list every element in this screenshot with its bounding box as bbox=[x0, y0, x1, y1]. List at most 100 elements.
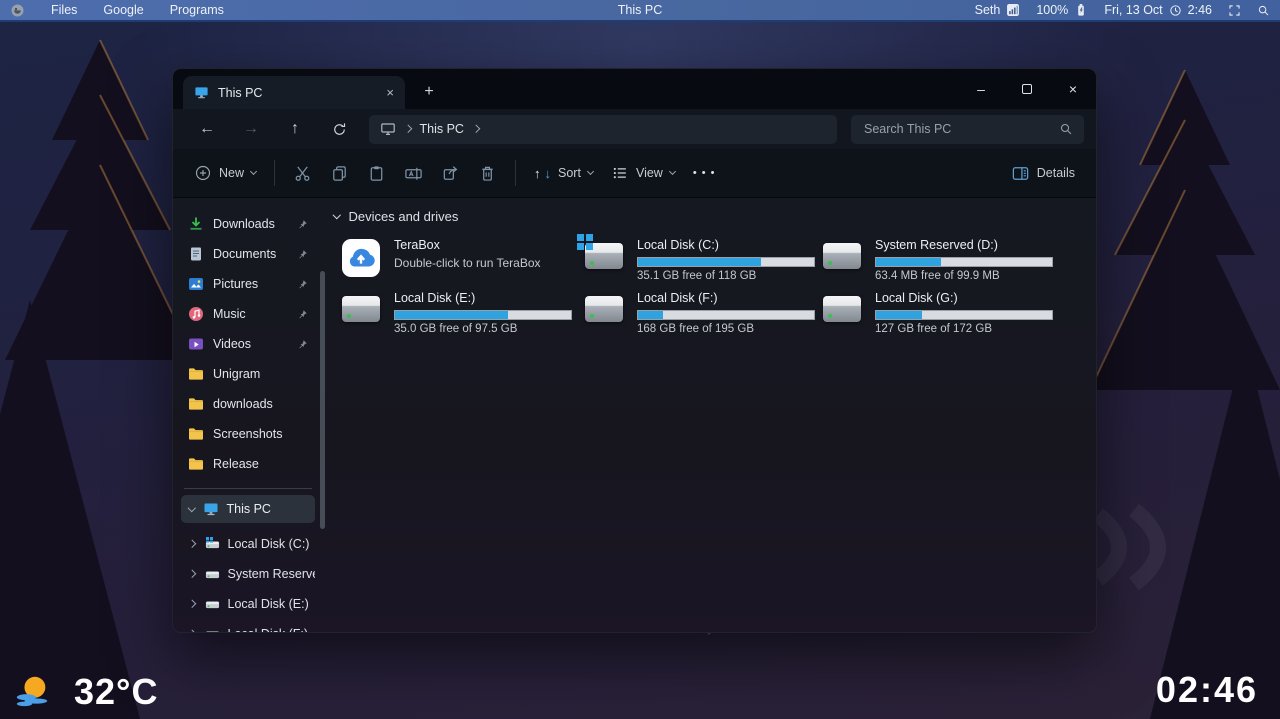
paste-button[interactable] bbox=[358, 156, 395, 190]
sort-arrows-icon: ↑ bbox=[534, 165, 541, 181]
item-local-disk-e[interactable]: Local Disk (E:) 35.0 GB free of 97.5 GB bbox=[342, 291, 582, 339]
chevron-down-icon bbox=[332, 211, 341, 219]
search-input[interactable] bbox=[862, 121, 1059, 137]
menu-files[interactable]: Files bbox=[51, 3, 77, 17]
capacity-bar bbox=[637, 310, 815, 320]
search-icon[interactable] bbox=[1257, 4, 1270, 17]
active-window-title: This PC bbox=[617, 3, 663, 17]
sidebar-item-downloads[interactable]: Downloads bbox=[181, 209, 315, 239]
network-indicator[interactable]: Seth bbox=[975, 3, 1021, 17]
sidebar-scrollbar[interactable] bbox=[320, 271, 325, 529]
monitor-icon bbox=[194, 85, 209, 100]
sidebar-item-release[interactable]: Release bbox=[181, 449, 315, 479]
maximize-button[interactable] bbox=[1004, 69, 1050, 109]
time-label: 2:46 bbox=[1187, 3, 1212, 17]
sidebar-item-videos[interactable]: Videos bbox=[181, 329, 315, 359]
drive-icon bbox=[823, 296, 861, 322]
capacity-bar bbox=[875, 257, 1053, 267]
sidebar-item-system-reserved[interactable]: System Reserved bbox=[181, 559, 315, 589]
maximize-icon bbox=[1022, 84, 1032, 94]
refresh-button[interactable] bbox=[317, 113, 361, 145]
search-box[interactable] bbox=[851, 114, 1084, 144]
chevron-right-icon bbox=[187, 630, 196, 632]
view-list-icon bbox=[611, 164, 629, 182]
paste-icon bbox=[367, 164, 386, 183]
copy-button[interactable] bbox=[321, 156, 358, 190]
pin-icon bbox=[297, 339, 308, 350]
toolbar-separator bbox=[274, 160, 276, 186]
datetime-indicator[interactable]: Fri, 13 Oct 2:46 bbox=[1104, 3, 1212, 17]
capacity-bar bbox=[637, 257, 815, 267]
drive-icon bbox=[577, 234, 623, 269]
item-local-disk-f[interactable]: Local Disk (F:) 168 GB free of 195 GB bbox=[585, 291, 825, 339]
capacity-bar bbox=[394, 310, 572, 320]
folder-icon bbox=[188, 366, 204, 382]
sidebar-item-this-pc-selected[interactable]: This PC bbox=[181, 495, 315, 523]
menu-google[interactable]: Google bbox=[103, 3, 143, 17]
forward-button[interactable]: → bbox=[229, 113, 273, 145]
capacity-fill bbox=[876, 258, 942, 266]
back-button[interactable]: ← bbox=[185, 113, 229, 145]
rename-button[interactable] bbox=[395, 156, 432, 190]
system-logo-icon[interactable] bbox=[10, 3, 25, 18]
tab-bar: This PC × + – × bbox=[173, 69, 1096, 109]
capacity-fill bbox=[638, 258, 762, 266]
sidebar-item-unigram[interactable]: Unigram bbox=[181, 359, 315, 389]
network-user-label: Seth bbox=[974, 3, 1001, 17]
pin-icon bbox=[297, 219, 308, 230]
navigation-pane: Downloads Documents Pictures Music Video… bbox=[181, 209, 315, 634]
window-body: Downloads Documents Pictures Music Video… bbox=[173, 198, 1096, 632]
item-terabox[interactable]: TeraBox Double-click to run TeraBox bbox=[342, 238, 582, 286]
videos-icon bbox=[188, 336, 204, 352]
weather-widget[interactable]: 32°C bbox=[14, 671, 158, 713]
breadcrumb-this-pc[interactable]: This PC bbox=[420, 122, 464, 136]
cut-icon bbox=[293, 164, 312, 183]
sidebar-item-local-disk-c[interactable]: Local Disk (C:) bbox=[181, 529, 315, 559]
up-button[interactable]: ↑ bbox=[273, 113, 317, 145]
minimize-button[interactable]: – bbox=[958, 69, 1004, 109]
sidebar-item-screenshots[interactable]: Screenshots bbox=[181, 419, 315, 449]
delete-button[interactable] bbox=[469, 156, 506, 190]
pin-icon bbox=[297, 249, 308, 260]
folder-icon bbox=[188, 396, 204, 412]
pin-icon bbox=[297, 309, 308, 320]
sidebar-divider bbox=[184, 488, 312, 489]
folder-icon bbox=[188, 426, 204, 442]
drive-c-icon bbox=[205, 536, 220, 552]
new-tab-button[interactable]: + bbox=[413, 76, 445, 108]
tab-close-icon[interactable]: × bbox=[386, 85, 394, 100]
sidebar-item-local-disk-f[interactable]: Local Disk (F:) bbox=[181, 619, 315, 634]
tab-title: This PC bbox=[218, 85, 263, 100]
sidebar-item-local-disk-e[interactable]: Local Disk (E:) bbox=[181, 589, 315, 619]
sidebar-item-downloads-folder[interactable]: downloads bbox=[181, 389, 315, 419]
window-controls: – × bbox=[958, 69, 1096, 109]
copy-icon bbox=[330, 164, 349, 183]
fullscreen-icon[interactable] bbox=[1228, 4, 1241, 17]
drive-icon bbox=[205, 627, 220, 634]
share-button[interactable] bbox=[432, 156, 469, 190]
close-button[interactable]: × bbox=[1050, 69, 1096, 109]
cut-button[interactable] bbox=[284, 156, 321, 190]
tab-this-pc[interactable]: This PC × bbox=[183, 76, 405, 109]
new-button[interactable]: New bbox=[185, 156, 265, 190]
item-local-disk-c[interactable]: Local Disk (C:) 35.1 GB free of 118 GB bbox=[577, 234, 825, 286]
drive-icon bbox=[585, 296, 623, 322]
address-bar[interactable]: This PC bbox=[369, 114, 837, 144]
sidebar-item-music[interactable]: Music bbox=[181, 299, 315, 329]
item-local-disk-g[interactable]: Local Disk (G:) 127 GB free of 172 GB bbox=[823, 291, 1063, 339]
section-devices-and-drives[interactable]: Devices and drives bbox=[332, 209, 1088, 224]
drive-icon bbox=[205, 597, 220, 612]
item-system-reserved-d[interactable]: System Reserved (D:) 63.4 MB free of 99.… bbox=[823, 238, 1063, 286]
details-button[interactable]: Details bbox=[1002, 156, 1084, 190]
sidebar-item-documents[interactable]: Documents bbox=[181, 239, 315, 269]
more-options-button[interactable]: • • • bbox=[684, 156, 725, 190]
menu-programs[interactable]: Programs bbox=[170, 3, 224, 17]
view-button[interactable]: View bbox=[602, 156, 684, 190]
drive-icon bbox=[342, 296, 380, 322]
sort-button[interactable]: ↑ ↓ Sort bbox=[525, 156, 602, 190]
breadcrumb-chevron-icon bbox=[403, 125, 412, 133]
cloud-upload-icon bbox=[344, 241, 378, 275]
sidebar-item-pictures[interactable]: Pictures bbox=[181, 269, 315, 299]
battery-indicator[interactable]: 100% bbox=[1036, 3, 1088, 17]
capacity-bar bbox=[875, 310, 1053, 320]
